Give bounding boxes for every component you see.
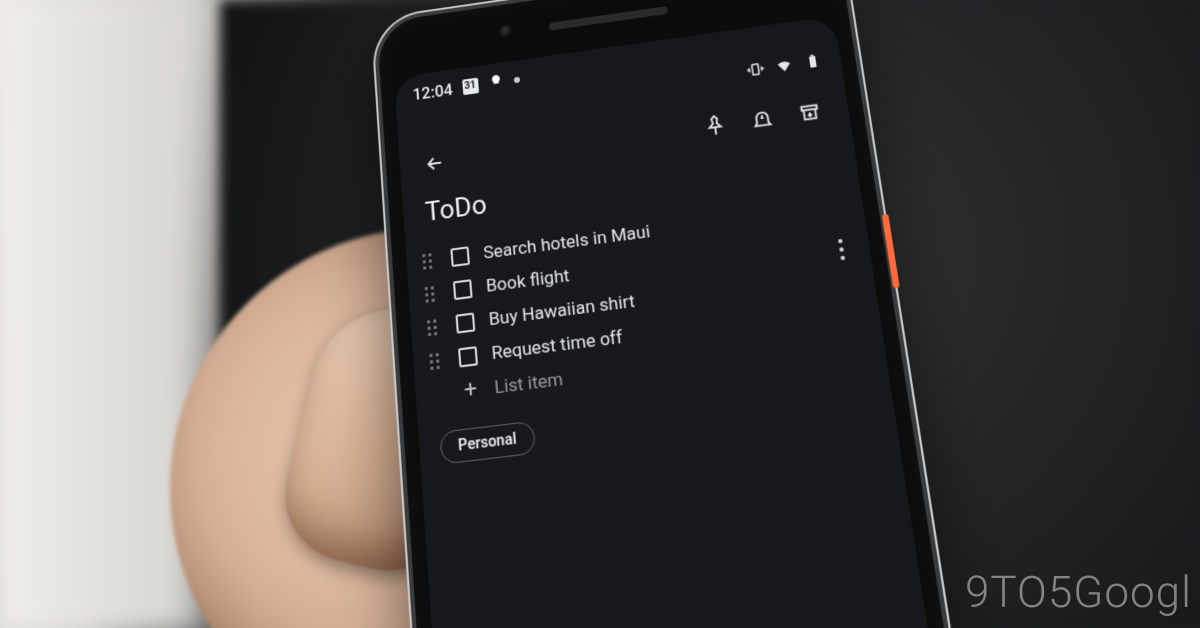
drag-handle-icon[interactable]: [422, 252, 437, 269]
drag-handle-icon[interactable]: [429, 352, 445, 370]
archive-button[interactable]: [785, 89, 835, 141]
calendar-icon: 31: [462, 78, 479, 96]
pin-button[interactable]: [691, 102, 740, 154]
battery-icon: [802, 51, 824, 75]
checkbox[interactable]: [455, 312, 475, 333]
watermark: 9TO5Googl: [965, 566, 1192, 618]
status-time: 12:04: [412, 80, 453, 104]
plus-icon: +: [461, 380, 481, 402]
vibrate-icon: [745, 59, 766, 83]
wifi-icon: [774, 55, 795, 79]
checkbox[interactable]: [453, 279, 473, 300]
drag-handle-icon[interactable]: [425, 285, 440, 302]
checkbox[interactable]: [458, 346, 478, 367]
label-chip[interactable]: Personal: [439, 421, 536, 465]
front-camera: [499, 24, 514, 39]
back-button[interactable]: [415, 142, 456, 189]
drag-handle-icon[interactable]: [427, 318, 442, 336]
lightbulb-icon: [487, 72, 504, 94]
speaker-grille: [549, 6, 669, 31]
checkbox[interactable]: [450, 246, 470, 267]
reminder-button[interactable]: [738, 95, 788, 147]
notification-dot-icon: [513, 77, 519, 84]
